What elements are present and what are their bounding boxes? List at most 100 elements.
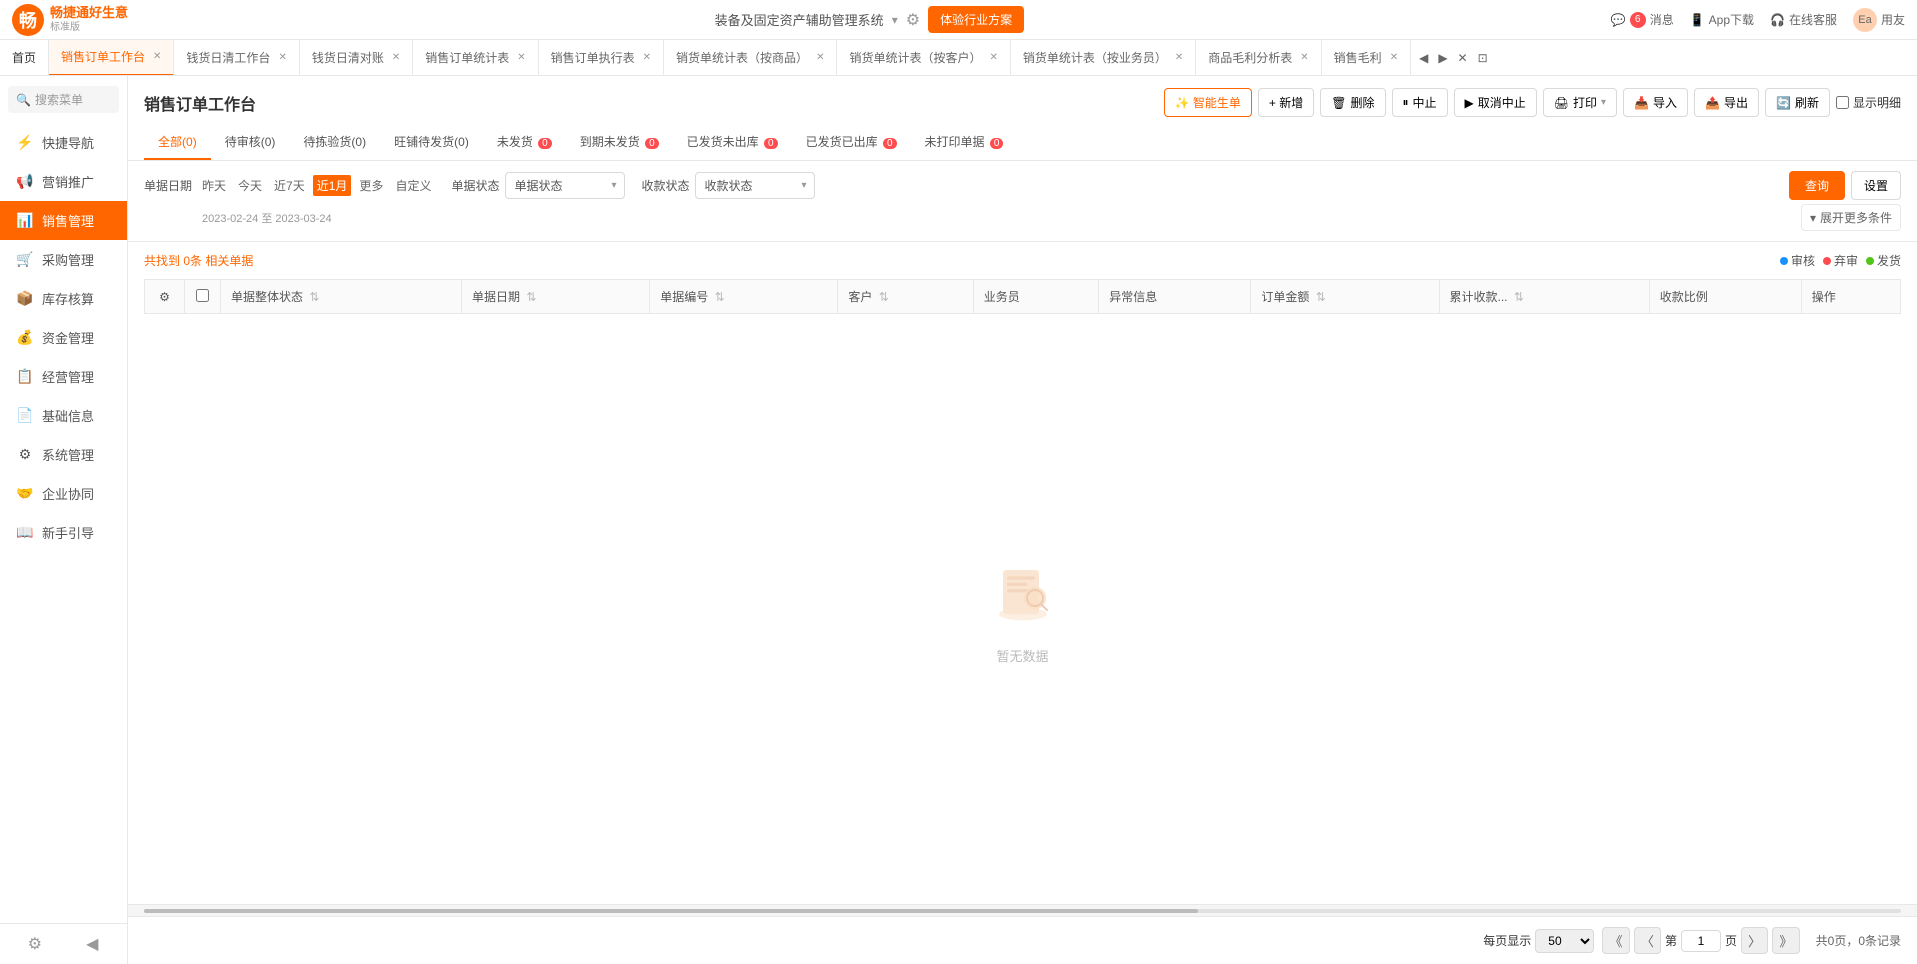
tab-exec[interactable]: 销售订单执行表 ✕ (539, 40, 664, 76)
sub-tab-undelivered[interactable]: 未发货 0 (483, 125, 566, 160)
settings-icon[interactable]: ⚙ (906, 10, 920, 30)
date-yesterday[interactable]: 昨天 (198, 175, 230, 196)
user-area[interactable]: Ea 用友 (1853, 8, 1905, 32)
col-checkbox[interactable] (185, 280, 221, 314)
sidebar-item-purchase[interactable]: 🛒 采购管理 (0, 240, 127, 279)
sidebar-collapse-btn[interactable]: ◀ (68, 934, 118, 954)
tab-reconcile[interactable]: 钱货日清对账 ✕ (300, 40, 413, 76)
date-7days[interactable]: 近7天 (270, 175, 309, 196)
query-btn[interactable]: 查询 (1789, 171, 1845, 200)
tab-scroll-right[interactable]: ▶ (1434, 49, 1451, 67)
tab-sales-order[interactable]: 销售订单工作台 ✕ (49, 40, 174, 76)
tab-cash-clear[interactable]: 钱货日清工作台 ✕ (174, 40, 299, 76)
tab-restore[interactable]: ⊡ (1474, 49, 1492, 67)
refresh-btn[interactable]: 🔄 刷新 (1765, 88, 1830, 117)
select-all-checkbox[interactable] (196, 289, 209, 302)
date-more[interactable]: 更多 (355, 175, 387, 196)
industry-btn[interactable]: 体验行业方案 (928, 6, 1024, 33)
payment-select[interactable]: 收款状态 ▾ (695, 172, 815, 199)
online-service-btn[interactable]: 🎧 在线客服 (1770, 11, 1837, 28)
deliver-op-btn[interactable]: 发货 (1866, 252, 1901, 269)
revoke-op-btn[interactable]: 弃审 (1823, 252, 1858, 269)
tab-stats[interactable]: 销售订单统计表 ✕ (413, 40, 538, 76)
sub-tab-all[interactable]: 全部(0) (144, 125, 211, 160)
scrollbar-thumb[interactable] (144, 909, 1198, 913)
sidebar-settings-btn[interactable]: ⚙ (10, 934, 60, 954)
sub-tab-pending-inspect[interactable]: 待拣验货(0) (289, 125, 380, 160)
col-date[interactable]: 单据日期 ⇅ (462, 280, 650, 314)
scrollbar-area[interactable] (128, 904, 1917, 916)
export-btn[interactable]: 📤 导出 (1694, 88, 1759, 117)
tab-gross[interactable]: 销售毛利 ✕ (1322, 40, 1411, 76)
col-collected[interactable]: 累计收款... ⇅ (1439, 280, 1649, 314)
tab-margin[interactable]: 商品毛利分析表 ✕ (1196, 40, 1321, 76)
sub-tab-wangpu[interactable]: 旺铺待发货(0) (380, 125, 483, 160)
pause-btn[interactable]: ⏸ 中止 (1392, 88, 1448, 117)
print-btn[interactable]: 🖨 打印 ▾ (1543, 88, 1617, 117)
message-btn[interactable]: 💬 6 消息 (1611, 11, 1674, 28)
col-exception[interactable]: 异常信息 (1099, 280, 1251, 314)
tab-scroll-left[interactable]: ◀ (1415, 49, 1432, 67)
cancel-pause-btn[interactable]: ▶ 取消中止 (1454, 88, 1537, 117)
tab-close-icon[interactable]: ✕ (153, 51, 161, 62)
audit-op-btn[interactable]: 审核 (1780, 252, 1815, 269)
sidebar-item-inventory[interactable]: 📦 库存核算 (0, 279, 127, 318)
page-input[interactable] (1681, 930, 1721, 952)
sidebar-item-collab[interactable]: 🤝 企业协同 (0, 474, 127, 513)
smart-gen-btn[interactable]: ✨ 智能生单 (1164, 88, 1252, 117)
col-number[interactable]: 单据编号 ⇅ (650, 280, 838, 314)
tab-close-icon7[interactable]: ✕ (989, 52, 997, 63)
import-btn[interactable]: 📥 导入 (1623, 88, 1688, 117)
prev-page-btn[interactable]: 〈 (1634, 927, 1661, 954)
tab-close-icon9[interactable]: ✕ (1300, 52, 1308, 63)
tab-goods[interactable]: 销货单统计表（按商品） ✕ (664, 40, 837, 76)
tab-close-icon2[interactable]: ✕ (278, 52, 286, 63)
col-amount[interactable]: 订单金额 ⇅ (1251, 280, 1439, 314)
sidebar-item-system[interactable]: ⚙ 系统管理 (0, 435, 127, 474)
col-settings[interactable]: ⚙ (145, 280, 185, 314)
sidebar-item-sales[interactable]: 📊 销售管理 (0, 201, 127, 240)
sidebar-search-btn[interactable]: 🔍 搜索菜单 (8, 86, 119, 113)
col-ratio[interactable]: 收款比例 (1649, 280, 1801, 314)
col-salesman[interactable]: 业务员 (973, 280, 1099, 314)
date-today[interactable]: 今天 (234, 175, 266, 196)
first-page-btn[interactable]: 《 (1602, 927, 1629, 954)
sidebar-item-finance[interactable]: 💰 资金管理 (0, 318, 127, 357)
date-1month[interactable]: 近1月 (313, 175, 352, 196)
last-page-btn[interactable]: 》 (1772, 927, 1799, 954)
add-btn[interactable]: + 新增 (1258, 88, 1314, 117)
delete-btn[interactable]: 🗑 删除 (1320, 88, 1385, 117)
tab-close-icon8[interactable]: ✕ (1175, 52, 1183, 63)
show-detail-checkbox-area[interactable]: 显示明细 (1836, 94, 1901, 111)
sub-tab-delivered-out[interactable]: 已发货已出库 0 (792, 125, 911, 160)
sub-tab-pending-audit[interactable]: 待审核(0) (211, 125, 290, 160)
expand-conditions-btn[interactable]: ▾ 展开更多条件 (1801, 204, 1901, 231)
tab-close-icon3[interactable]: ✕ (392, 52, 400, 63)
next-page-btn[interactable]: 〉 (1741, 927, 1768, 954)
page-size-dropdown[interactable]: 10 20 50 100 (1535, 929, 1594, 953)
sidebar-item-marketing[interactable]: 📢 营销推广 (0, 162, 127, 201)
tab-close-icon4[interactable]: ✕ (517, 52, 525, 63)
tab-close-icon5[interactable]: ✕ (643, 52, 651, 63)
sidebar-item-guide[interactable]: 📖 新手引导 (0, 513, 127, 552)
tab-home[interactable]: 首页 (0, 40, 49, 76)
setting-btn[interactable]: 设置 (1851, 171, 1901, 200)
tab-customer[interactable]: 销货单统计表（按客户） ✕ (837, 40, 1010, 76)
tab-close-icon6[interactable]: ✕ (816, 52, 824, 63)
show-detail-checkbox[interactable] (1836, 96, 1849, 109)
col-status[interactable]: 单据整体状态 ⇅ (221, 280, 462, 314)
tab-close-icon10[interactable]: ✕ (1390, 52, 1398, 63)
tab-salesman[interactable]: 销货单统计表（按业务员） ✕ (1011, 40, 1196, 76)
tab-close-all[interactable]: ✕ (1454, 49, 1472, 67)
status-select[interactable]: 单据状态 ▾ (505, 172, 625, 199)
app-download-btn[interactable]: 📱 App下载 (1690, 11, 1754, 28)
sub-tab-expired[interactable]: 到期未发货 0 (566, 125, 673, 160)
dropdown-icon[interactable]: ▾ (892, 13, 898, 27)
date-custom[interactable]: 自定义 (391, 175, 435, 196)
sidebar-item-quick-nav[interactable]: ⚡ 快捷导航 (0, 123, 127, 162)
col-customer[interactable]: 客户 ⇅ (838, 280, 973, 314)
sub-tab-unprinted[interactable]: 未打印单据 0 (911, 125, 1018, 160)
sidebar-item-base[interactable]: 📄 基础信息 (0, 396, 127, 435)
sub-tab-delivered-not-out[interactable]: 已发货未出库 0 (673, 125, 792, 160)
sidebar-item-operation[interactable]: 📋 经营管理 (0, 357, 127, 396)
